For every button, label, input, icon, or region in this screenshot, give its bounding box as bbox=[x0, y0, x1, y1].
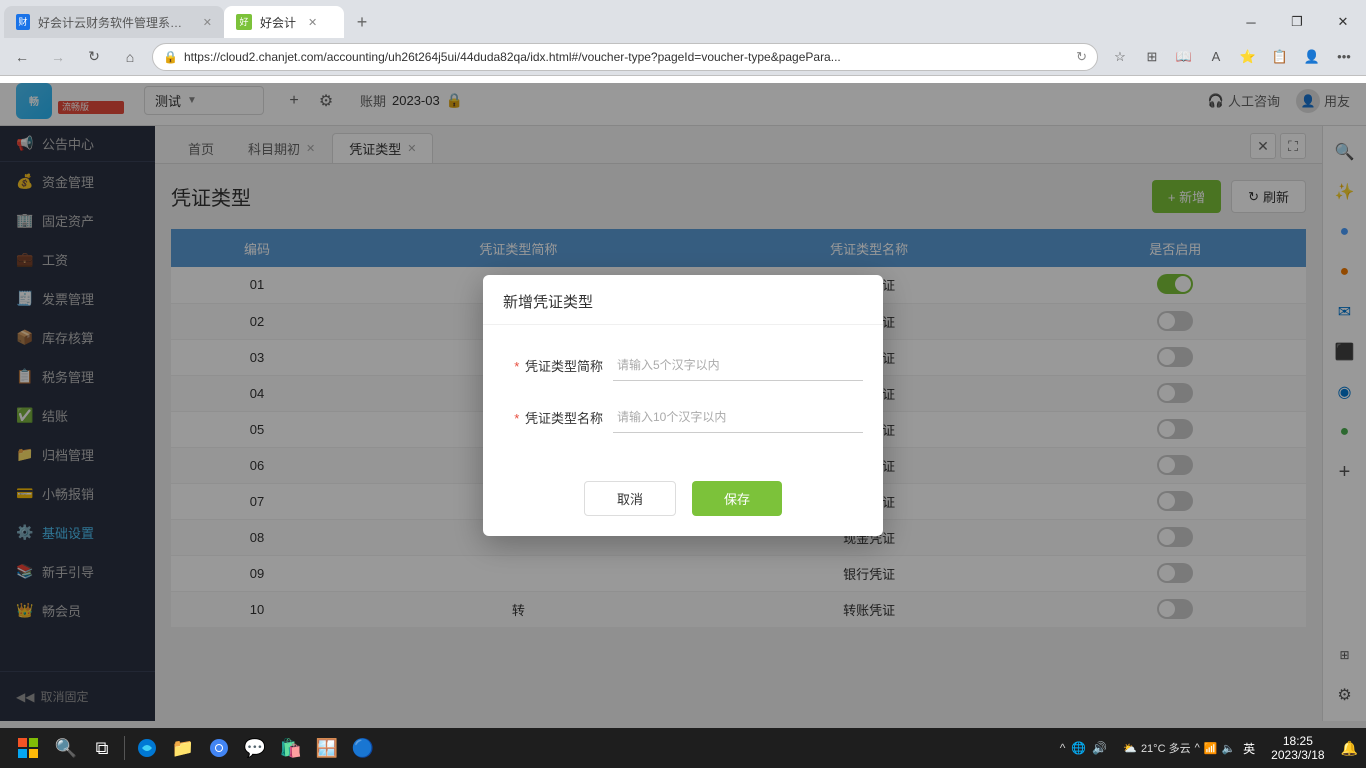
bookmark-star-icon[interactable]: ☆ bbox=[1106, 43, 1134, 71]
nav-forward[interactable]: → bbox=[44, 43, 72, 71]
tab2-favicon: 好 bbox=[236, 14, 252, 30]
tab1-label: 好会计云财务软件管理系统_会计 bbox=[38, 14, 191, 31]
start-button[interactable] bbox=[8, 730, 48, 766]
collections-icon[interactable]: 📋 bbox=[1266, 43, 1294, 71]
clock[interactable]: 18:25 2023/3/18 bbox=[1263, 734, 1332, 762]
speaker-icon: 🔈 bbox=[1221, 742, 1235, 755]
windows-icon bbox=[18, 738, 38, 758]
notification-icon[interactable]: 🔔 bbox=[1341, 740, 1358, 757]
cancel-button[interactable]: 取消 bbox=[584, 481, 676, 516]
taskbar-app5-icon[interactable]: 🔵 bbox=[345, 730, 381, 766]
form-row-short: * 凭证类型简称 bbox=[503, 349, 863, 381]
date: 2023/3/18 bbox=[1271, 748, 1324, 762]
form-label-short: * 凭证类型简称 bbox=[503, 356, 603, 375]
taskbar-wechat-icon[interactable]: 💬 bbox=[237, 730, 273, 766]
weather-icon: ⛅ bbox=[1123, 742, 1137, 755]
tab1-favicon: 财 bbox=[16, 14, 30, 30]
expand-icon[interactable]: ^ bbox=[1195, 742, 1200, 754]
taskbar-store-icon[interactable]: 🛍️ bbox=[273, 730, 309, 766]
modal-title: 新增凭证类型 bbox=[483, 275, 883, 325]
tray-volume-icon[interactable]: 🔊 bbox=[1092, 741, 1107, 755]
time: 18:25 bbox=[1271, 734, 1324, 748]
taskbar-taskview-icon[interactable]: ⧉ bbox=[84, 730, 120, 766]
save-button[interactable]: 保存 bbox=[692, 481, 782, 516]
network-signal-icon: 📶 bbox=[1204, 742, 1218, 755]
modal-overlay: 新增凭证类型 * 凭证类型简称 * 凭证类型名称 取消 保存 bbox=[0, 83, 1366, 728]
new-tab-button[interactable]: + bbox=[348, 8, 376, 36]
sys-tray: ^ 🌐 🔊 bbox=[1052, 741, 1116, 755]
label-name-text: 凭证类型名称 bbox=[525, 411, 603, 426]
profile-icon[interactable]: 👤 bbox=[1298, 43, 1326, 71]
voucher-name-input[interactable] bbox=[613, 401, 863, 433]
tab1-close[interactable]: ✕ bbox=[203, 16, 212, 29]
add-voucher-type-modal: 新增凭证类型 * 凭证类型简称 * 凭证类型名称 取消 保存 bbox=[483, 275, 883, 536]
address-bar[interactable]: 🔒 https://cloud2.chanjet.com/accounting/… bbox=[152, 43, 1098, 71]
taskbar-file-icon[interactable]: 📁 bbox=[165, 730, 201, 766]
win-maximize[interactable]: ❐ bbox=[1274, 6, 1320, 38]
browser-tab-1[interactable]: 财 好会计云财务软件管理系统_会计 ✕ bbox=[4, 6, 224, 38]
more-menu-icon[interactable]: ••• bbox=[1330, 43, 1358, 71]
tray-network-icon[interactable]: 🌐 bbox=[1071, 741, 1086, 755]
favorites-icon[interactable]: ⭐ bbox=[1234, 43, 1262, 71]
weather-text: 21°C 多云 bbox=[1141, 740, 1191, 756]
form-row-name: * 凭证类型名称 bbox=[503, 401, 863, 433]
required-star-short: * bbox=[514, 359, 519, 374]
win-close[interactable]: ✕ bbox=[1320, 6, 1366, 38]
reading-mode-icon[interactable]: 📖 bbox=[1170, 43, 1198, 71]
lang-indicator: 英 bbox=[1243, 740, 1255, 757]
label-short-text: 凭证类型简称 bbox=[525, 359, 603, 374]
tab-search-icon[interactable]: ⊞ bbox=[1138, 43, 1166, 71]
nav-back[interactable]: ← bbox=[8, 43, 36, 71]
translate-icon[interactable]: A bbox=[1202, 43, 1230, 71]
taskbar-search-icon[interactable]: 🔍 bbox=[48, 730, 84, 766]
win-minimize[interactable]: ─ bbox=[1228, 6, 1274, 38]
weather-info: ⛅ 21°C 多云 ^ 📶 🔈 bbox=[1123, 740, 1235, 756]
voucher-short-input[interactable] bbox=[613, 349, 863, 381]
taskbar-edge-icon[interactable] bbox=[129, 730, 165, 766]
taskbar-chrome-icon[interactable] bbox=[201, 730, 237, 766]
tab2-label: 好会计 bbox=[260, 14, 296, 31]
tray-arrow-icon[interactable]: ^ bbox=[1060, 741, 1066, 755]
ssl-icon: 🔒 bbox=[163, 50, 178, 64]
required-star-name: * bbox=[514, 411, 519, 426]
nav-home[interactable]: ⌂ bbox=[116, 43, 144, 71]
address-refresh-icon[interactable]: ↻ bbox=[1076, 49, 1087, 65]
nav-refresh[interactable]: ↻ bbox=[80, 43, 108, 71]
form-label-name: * 凭证类型名称 bbox=[503, 408, 603, 427]
address-text: https://cloud2.chanjet.com/accounting/uh… bbox=[184, 50, 1070, 64]
tab2-close[interactable]: ✕ bbox=[308, 16, 317, 29]
taskbar: 🔍 ⧉ 📁 💬 🛍️ 🪟 🔵 ^ 🌐 🔊 ⛅ 21°C 多云 ^ 📶 🔈 英 1… bbox=[0, 728, 1366, 768]
browser-tab-2[interactable]: 好 好会计 ✕ bbox=[224, 6, 344, 38]
taskbar-windows-tools-icon[interactable]: 🪟 bbox=[309, 730, 345, 766]
